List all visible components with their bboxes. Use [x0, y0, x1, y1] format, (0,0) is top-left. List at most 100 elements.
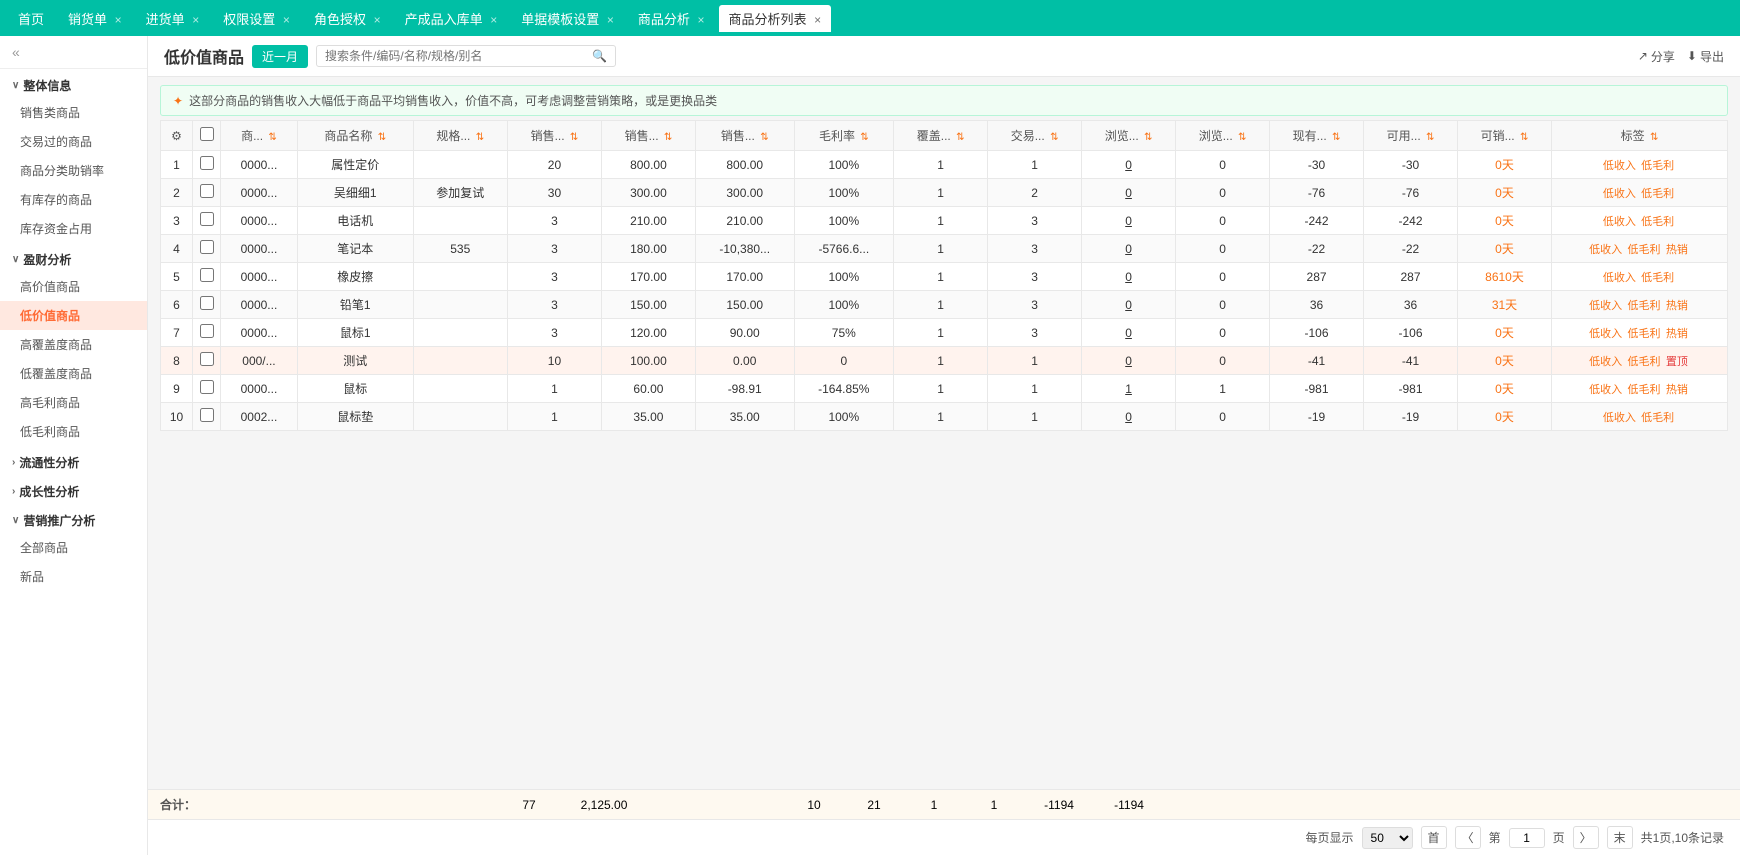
close-icon[interactable]: ×: [697, 13, 704, 27]
row-checkbox[interactable]: [200, 240, 214, 254]
browse-link[interactable]: 0: [1125, 158, 1132, 172]
nav-tab-roles[interactable]: 角色授权 ×: [304, 5, 391, 32]
close-icon[interactable]: ×: [283, 13, 290, 27]
row-checkbox[interactable]: [200, 324, 214, 338]
row-browse1[interactable]: 0: [1082, 319, 1176, 347]
export-btn[interactable]: ⬇ 导出: [1687, 48, 1724, 65]
sidebar-item-sales-goods[interactable]: 销售类商品: [0, 98, 147, 127]
row-checkbox-cell[interactable]: [193, 319, 221, 347]
row-checkbox[interactable]: [200, 184, 214, 198]
close-icon[interactable]: ×: [607, 13, 614, 27]
row-checkbox[interactable]: [200, 268, 214, 282]
sidebar-group-finance[interactable]: ∨ 盈财分析: [0, 243, 147, 272]
col-code[interactable]: 商... ⇅: [221, 121, 298, 151]
close-icon[interactable]: ×: [490, 13, 497, 27]
sidebar-item-stock-goods[interactable]: 有库存的商品: [0, 185, 147, 214]
search-input[interactable]: [325, 49, 588, 63]
col-tags[interactable]: 标签 ⇅: [1552, 121, 1728, 151]
row-browse1[interactable]: 0: [1082, 403, 1176, 431]
nav-tab-permissions[interactable]: 权限设置 ×: [213, 5, 300, 32]
row-checkbox-cell[interactable]: [193, 179, 221, 207]
sidebar-item-low-coverage[interactable]: 低覆盖度商品: [0, 359, 147, 388]
nav-tab-analysis-list[interactable]: 商品分析列表 ×: [719, 5, 832, 32]
row-checkbox[interactable]: [200, 212, 214, 226]
col-stock1[interactable]: 现有... ⇅: [1270, 121, 1364, 151]
col-settings[interactable]: ⚙: [161, 121, 193, 151]
sidebar-collapse-btn[interactable]: «: [8, 42, 24, 62]
row-checkbox[interactable]: [200, 380, 214, 394]
next-page-btn[interactable]: 〉: [1573, 826, 1599, 849]
row-browse1[interactable]: 0: [1082, 179, 1176, 207]
select-all-checkbox[interactable]: [200, 127, 214, 141]
col-sales-qty[interactable]: 销售... ⇅: [507, 121, 601, 151]
filter-recent-month-btn[interactable]: 近一月: [252, 45, 308, 68]
sidebar-item-traded-goods[interactable]: 交易过的商品: [0, 127, 147, 156]
sidebar-item-category-rate[interactable]: 商品分类助销率: [0, 156, 147, 185]
last-page-btn[interactable]: 末: [1607, 826, 1633, 849]
row-checkbox-cell[interactable]: [193, 207, 221, 235]
close-icon[interactable]: ×: [115, 13, 122, 27]
col-margin-rate[interactable]: 毛利率 ⇅: [794, 121, 894, 151]
row-checkbox[interactable]: [200, 408, 214, 422]
close-icon[interactable]: ×: [374, 13, 381, 27]
row-browse1[interactable]: 0: [1082, 151, 1176, 179]
nav-tab-sales[interactable]: 销货单 ×: [58, 5, 132, 32]
sidebar-item-new-goods[interactable]: 新品: [0, 562, 147, 591]
browse-link[interactable]: 1: [1125, 382, 1132, 396]
nav-tab-purchase[interactable]: 进货单 ×: [136, 5, 210, 32]
row-checkbox-cell[interactable]: [193, 235, 221, 263]
sidebar-group-marketing[interactable]: ∨ 营销推广分析: [0, 504, 147, 533]
row-checkbox-cell[interactable]: [193, 263, 221, 291]
page-size-select[interactable]: 50 100 200: [1362, 827, 1413, 849]
row-checkbox[interactable]: [200, 156, 214, 170]
close-icon[interactable]: ×: [814, 13, 821, 27]
browse-link[interactable]: 0: [1125, 214, 1132, 228]
sidebar-item-all-goods[interactable]: 全部商品: [0, 533, 147, 562]
browse-link[interactable]: 0: [1125, 298, 1132, 312]
col-trade[interactable]: 交易... ⇅: [988, 121, 1082, 151]
search-icon[interactable]: 🔍: [592, 49, 607, 63]
col-sales-price2[interactable]: 销售... ⇅: [695, 121, 794, 151]
row-browse1[interactable]: 0: [1082, 263, 1176, 291]
row-browse1[interactable]: 0: [1082, 207, 1176, 235]
sidebar-item-low-value[interactable]: 低价值商品: [0, 301, 147, 330]
row-browse1[interactable]: 1: [1082, 375, 1176, 403]
col-browse2[interactable]: 浏览... ⇅: [1176, 121, 1270, 151]
browse-link[interactable]: 0: [1125, 326, 1132, 340]
col-browse1[interactable]: 浏览... ⇅: [1082, 121, 1176, 151]
col-sales-days[interactable]: 可销... ⇅: [1458, 121, 1552, 151]
nav-tab-analysis[interactable]: 商品分析 ×: [628, 5, 715, 32]
row-checkbox-cell[interactable]: [193, 151, 221, 179]
browse-link[interactable]: 0: [1125, 354, 1132, 368]
col-spec[interactable]: 规格... ⇅: [413, 121, 507, 151]
settings-icon[interactable]: ⚙: [171, 129, 182, 143]
browse-link[interactable]: 0: [1125, 242, 1132, 256]
close-icon[interactable]: ×: [192, 13, 199, 27]
share-btn[interactable]: ↗ 分享: [1638, 48, 1675, 65]
sidebar-item-high-value[interactable]: 高价值商品: [0, 272, 147, 301]
row-checkbox[interactable]: [200, 296, 214, 310]
browse-link[interactable]: 0: [1125, 410, 1132, 424]
row-checkbox[interactable]: [200, 352, 214, 366]
col-coverage[interactable]: 覆盖... ⇅: [894, 121, 988, 151]
sidebar-group-overall[interactable]: ∨ 整体信息: [0, 69, 147, 98]
row-browse1[interactable]: 0: [1082, 291, 1176, 319]
browse-link[interactable]: 0: [1125, 270, 1132, 284]
sidebar-item-high-coverage[interactable]: 高覆盖度商品: [0, 330, 147, 359]
first-page-btn[interactable]: 首: [1421, 826, 1447, 849]
nav-tab-inventory[interactable]: 产成品入库单 ×: [395, 5, 508, 32]
row-browse1[interactable]: 0: [1082, 235, 1176, 263]
nav-tab-template[interactable]: 单据模板设置 ×: [511, 5, 624, 32]
browse-link[interactable]: 0: [1125, 186, 1132, 200]
nav-tab-home[interactable]: 首页: [8, 5, 54, 32]
col-sales-price1[interactable]: 销售... ⇅: [601, 121, 695, 151]
col-stock2[interactable]: 可用... ⇅: [1364, 121, 1458, 151]
col-checkbox[interactable]: [193, 121, 221, 151]
col-name[interactable]: 商品名称 ⇅: [297, 121, 413, 151]
sidebar-item-high-margin[interactable]: 高毛利商品: [0, 388, 147, 417]
row-checkbox-cell[interactable]: [193, 375, 221, 403]
row-checkbox-cell[interactable]: [193, 403, 221, 431]
sidebar-item-stock-capital[interactable]: 库存资金占用: [0, 214, 147, 243]
sidebar-group-growth[interactable]: › 成长性分析: [0, 475, 147, 504]
row-checkbox-cell[interactable]: [193, 291, 221, 319]
